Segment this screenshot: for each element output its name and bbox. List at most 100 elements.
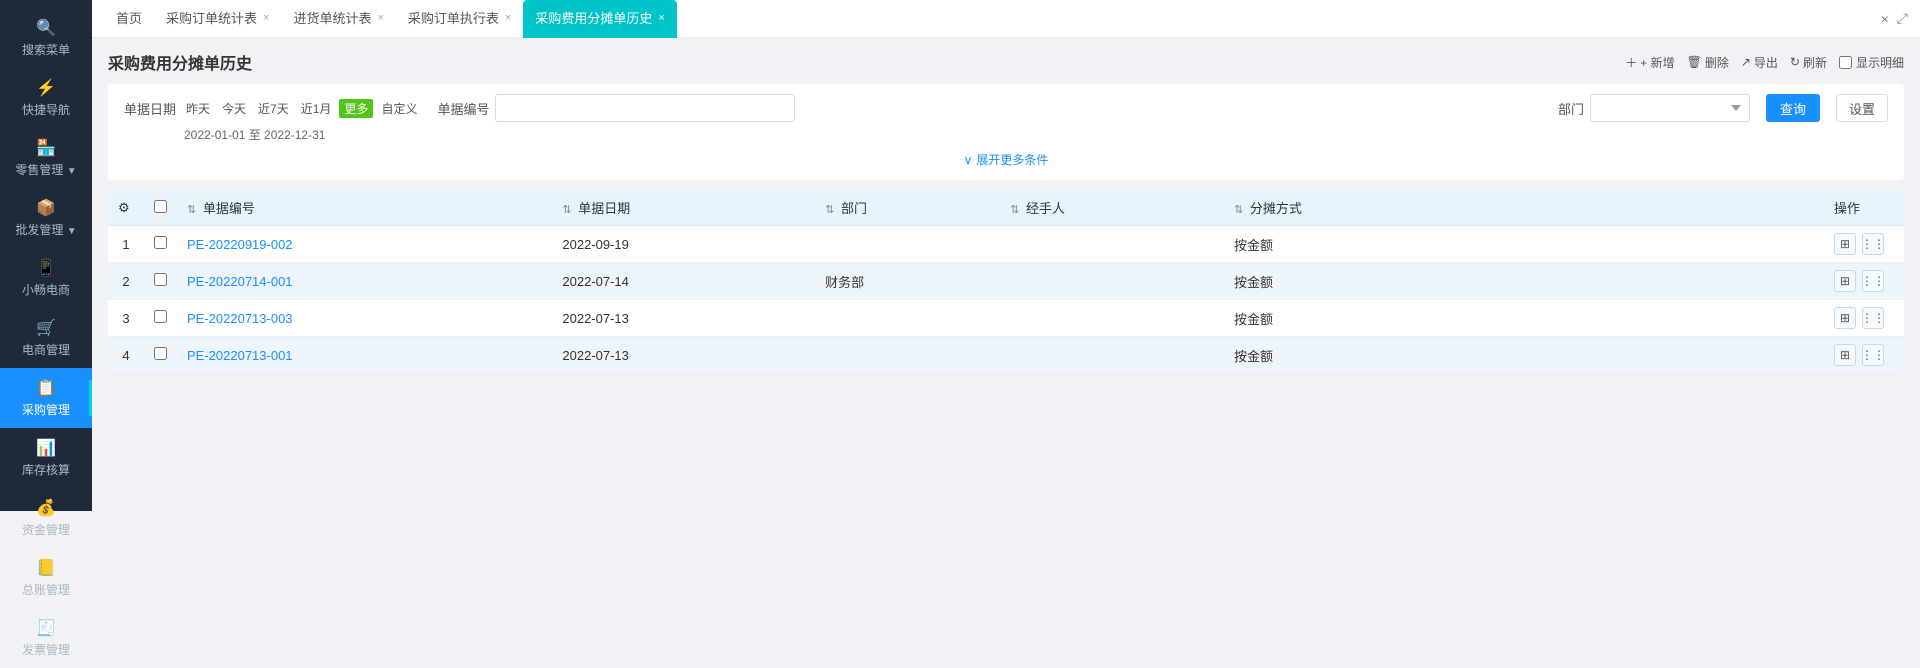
select-all-checkbox[interactable] — [154, 200, 167, 213]
action-more-2[interactable]: ⋮⋮ — [1862, 307, 1884, 329]
th-dept[interactable]: 部门 — [815, 190, 1000, 226]
td-settings-0: 1 — [108, 226, 144, 263]
th-doc-date[interactable]: 单据日期 — [552, 190, 815, 226]
main-content: 首页 采购订单统计表 × 进货单统计表 × 采购订单执行表 × 采购费用分摊单历… — [92, 0, 1920, 511]
date-shortcuts: 昨天 今天 近7天 近1月 更多 自定义 — [182, 99, 421, 118]
data-table: ⚙ 单据编号 单据日期 部门 经手人 — [108, 190, 1904, 374]
tab-close-purchase-order-exec[interactable]: × — [505, 12, 511, 24]
td-doc-date-2: 2022-07-13 — [552, 300, 815, 337]
sidebar-item-quick[interactable]: ⚡ 快捷导航 — [0, 68, 92, 128]
sidebar-item-finance[interactable]: 💰 资金管理 — [0, 488, 92, 548]
td-dept-0 — [815, 226, 1000, 263]
chevron-down-icon: ∨ — [964, 153, 973, 167]
inventory-icon: 📊 — [4, 438, 88, 458]
th-ops: 操作 — [1824, 190, 1904, 226]
th-split-method[interactable]: 分摊方式 — [1224, 190, 1824, 226]
header-actions: ＋ + 新增 🗑 删除 ↗ 导出 ↻ 刷新 显示明细 — [1625, 54, 1904, 71]
sidebar-item-purchase[interactable]: 📋 采购管理 — [0, 368, 92, 428]
sidebar-item-mini[interactable]: 📱 小畅电商 — [0, 248, 92, 308]
action-view-3[interactable]: ⊞ — [1834, 344, 1856, 366]
td-doc-date-3: 2022-07-13 — [552, 337, 815, 374]
th-handler[interactable]: 经手人 — [1000, 190, 1224, 226]
shortcut-7days[interactable]: 近7天 — [254, 99, 293, 118]
shortcut-1month[interactable]: 近1月 — [297, 99, 336, 118]
tab-purchase-cost-split[interactable]: 采购费用分摊单历史 × — [523, 0, 676, 38]
action-more-1[interactable]: ⋮⋮ — [1862, 270, 1884, 292]
tab-close-purchase-order-stat[interactable]: × — [263, 12, 269, 24]
finance-icon: 💰 — [4, 498, 88, 518]
row-checkbox-2[interactable] — [154, 310, 167, 323]
wholesale-icon: 📦 — [4, 198, 88, 218]
doc-no-input[interactable] — [495, 94, 795, 122]
td-doc-no-2: PE-20220713-003 — [177, 300, 552, 337]
th-checkbox[interactable] — [144, 190, 177, 226]
action-view-0[interactable]: ⊞ — [1834, 233, 1856, 255]
page-content: 采购费用分摊单历史 ＋ + 新增 🗑 删除 ↗ 导出 ↻ 刷新 — [92, 38, 1920, 511]
th-settings[interactable]: ⚙ — [108, 190, 144, 226]
row-checkbox-3[interactable] — [154, 347, 167, 360]
date-range-display: 2022-01-01 至 2022-12-31 — [184, 128, 325, 142]
td-dept-1: 财务部 — [815, 263, 1000, 300]
action-view-1[interactable]: ⊞ — [1834, 270, 1856, 292]
purchase-icon: 📋 — [4, 378, 88, 398]
td-dept-3 — [815, 337, 1000, 374]
td-dept-2 — [815, 300, 1000, 337]
td-handler-3 — [1000, 337, 1224, 374]
show-columns-checkbox[interactable]: 显示明细 — [1839, 54, 1904, 71]
export-icon: ↗ — [1741, 55, 1751, 69]
add-icon: ＋ — [1625, 54, 1637, 71]
row-checkbox-1[interactable] — [154, 273, 167, 286]
action-more-0[interactable]: ⋮⋮ — [1862, 233, 1884, 255]
quick-icon: ⚡ — [4, 78, 88, 98]
tab-inbound-stat[interactable]: 进货单统计表 × — [281, 0, 395, 38]
doc-no-link-0[interactable]: PE-20220919-002 — [187, 237, 293, 252]
td-checkbox-1[interactable] — [144, 263, 177, 300]
doc-no-link-3[interactable]: PE-20220713-001 — [187, 348, 293, 363]
sidebar-item-retail[interactable]: 🏪 零售管理 ▼ — [0, 128, 92, 188]
tab-purchase-order-stat[interactable]: 采购订单统计表 × — [154, 0, 281, 38]
td-doc-date-0: 2022-09-19 — [552, 226, 815, 263]
shortcut-more[interactable]: 更多 — [339, 99, 373, 118]
dept-label: 部门 — [1558, 99, 1584, 118]
doc-no-link-2[interactable]: PE-20220713-003 — [187, 311, 293, 326]
show-columns-input[interactable] — [1839, 56, 1852, 69]
td-checkbox-0[interactable] — [144, 226, 177, 263]
tab-maximize-icon[interactable]: ⤢ — [1897, 10, 1908, 27]
tab-home[interactable]: 首页 — [104, 0, 154, 38]
filter-doc-no: 单据编号 — [437, 94, 1542, 122]
sidebar-item-ledger[interactable]: 📒 总账管理 — [0, 548, 92, 608]
page-header: 采购费用分摊单历史 ＋ + 新增 🗑 删除 ↗ 导出 ↻ 刷新 — [108, 50, 1904, 74]
action-view-2[interactable]: ⊞ — [1834, 307, 1856, 329]
action-more-3[interactable]: ⋮⋮ — [1862, 344, 1884, 366]
sidebar-item-search[interactable]: 🔍 搜索菜单 — [0, 8, 92, 68]
td-checkbox-2[interactable] — [144, 300, 177, 337]
refresh-button[interactable]: ↻ 刷新 — [1790, 54, 1827, 71]
tab-close-purchase-cost-split[interactable]: × — [658, 12, 664, 24]
add-button[interactable]: ＋ + 新增 — [1625, 54, 1674, 71]
tab-purchase-order-exec[interactable]: 采购订单执行表 × — [396, 0, 523, 38]
td-doc-no-0: PE-20220919-002 — [177, 226, 552, 263]
shortcut-custom[interactable]: 自定义 — [377, 99, 421, 118]
shortcut-yesterday[interactable]: 昨天 — [182, 99, 214, 118]
tab-close-inbound-stat[interactable]: × — [377, 12, 383, 24]
delete-button[interactable]: 🗑 删除 — [1687, 54, 1729, 71]
sidebar-item-wholesale[interactable]: 📦 批发管理 ▼ — [0, 188, 92, 248]
td-split-method-0: 按金额 — [1224, 226, 1824, 263]
settings-button[interactable]: 设置 — [1836, 94, 1888, 122]
export-button[interactable]: ↗ 导出 — [1741, 54, 1778, 71]
doc-no-link-1[interactable]: PE-20220714-001 — [187, 274, 293, 289]
td-checkbox-3[interactable] — [144, 337, 177, 374]
tab-close-all-icon[interactable]: × — [1881, 11, 1889, 27]
expand-more-button[interactable]: ∨ 展开更多条件 — [124, 149, 1888, 170]
sidebar-item-invoice[interactable]: 🧾 发票管理 — [0, 608, 92, 668]
td-settings-3: 4 — [108, 337, 144, 374]
sidebar-item-inventory[interactable]: 📊 库存核算 — [0, 428, 92, 488]
query-button[interactable]: 查询 — [1766, 94, 1820, 122]
th-doc-no[interactable]: 单据编号 — [177, 190, 552, 226]
td-doc-no-3: PE-20220713-001 — [177, 337, 552, 374]
shortcut-today[interactable]: 今天 — [218, 99, 250, 118]
sidebar-item-ecommerce[interactable]: 🛒 电商管理 — [0, 308, 92, 368]
filter-date: 单据日期 昨天 今天 近7天 近1月 更多 自定义 — [124, 99, 421, 118]
row-checkbox-0[interactable] — [154, 236, 167, 249]
dept-select[interactable] — [1590, 94, 1750, 122]
